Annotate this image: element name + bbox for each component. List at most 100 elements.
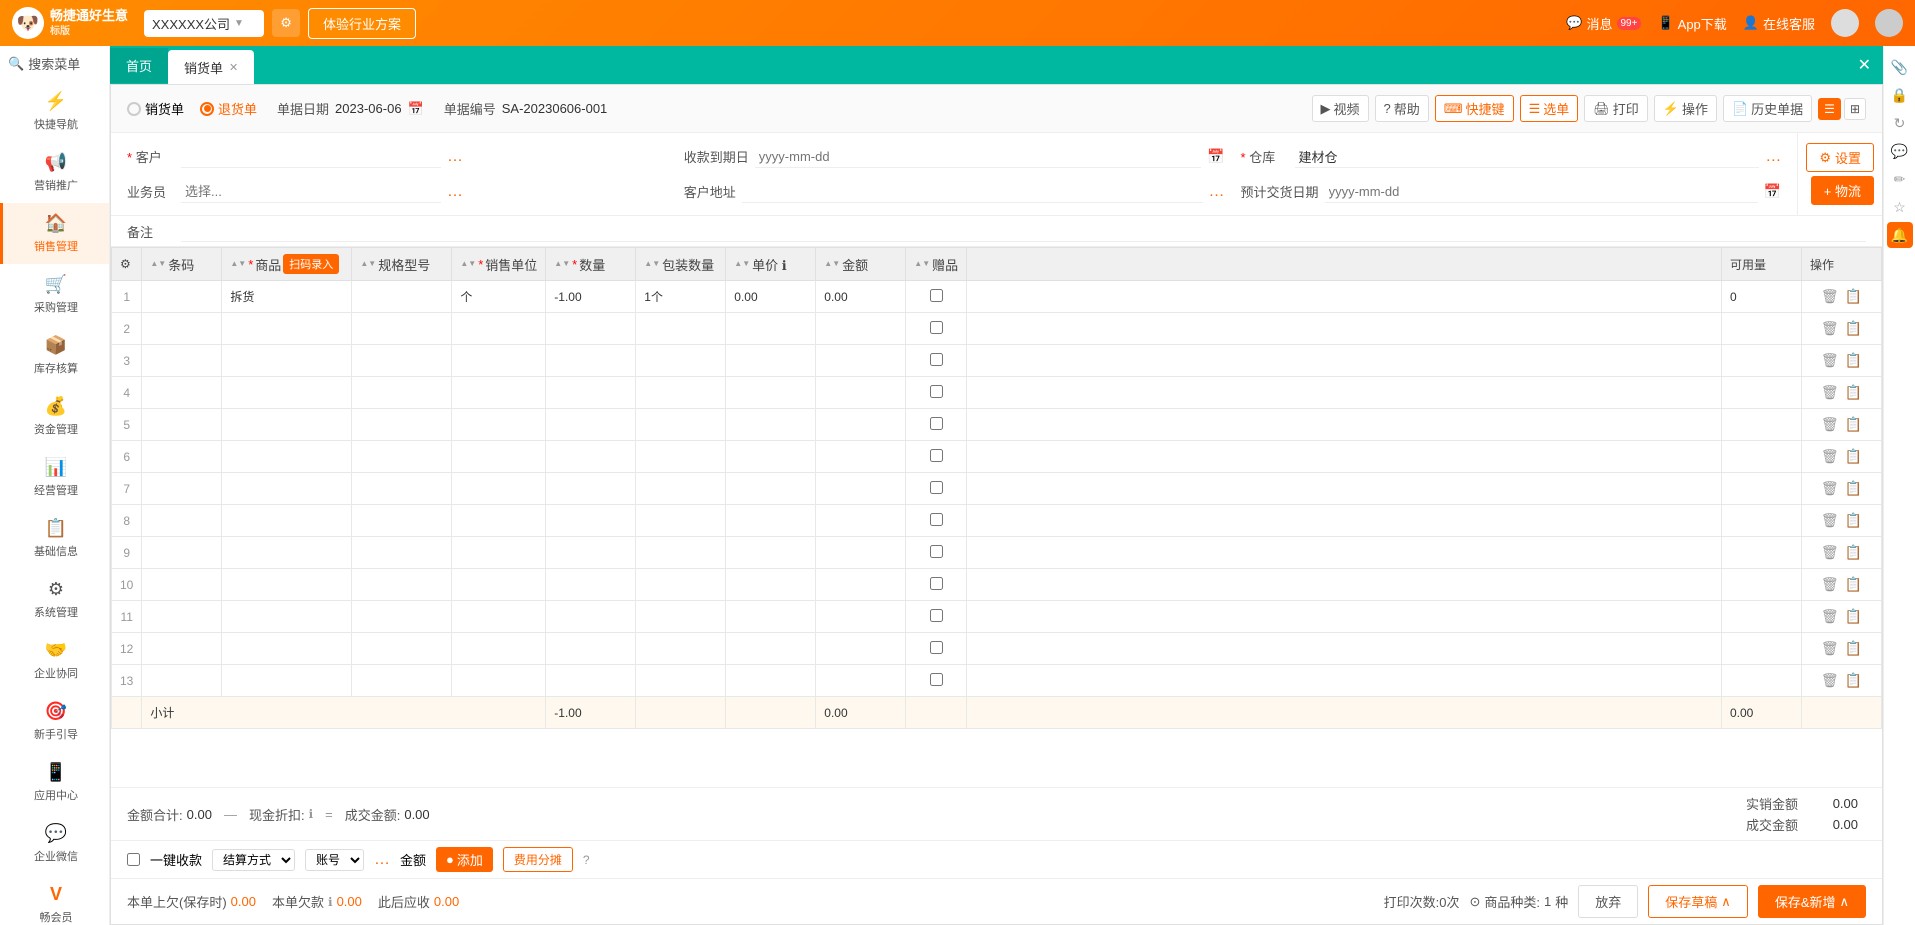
scan-button[interactable]: 扫码录入 bbox=[283, 254, 339, 274]
delete-icon[interactable]: 🗑 bbox=[1821, 608, 1839, 625]
settings-button[interactable]: ⚙ 设置 bbox=[1806, 143, 1874, 172]
sidebar-item-enterprise[interactable]: 🤝 企业协同 bbox=[0, 630, 109, 691]
row-unit-price[interactable]: 0.00 bbox=[726, 281, 816, 313]
copy-icon[interactable]: 📋 bbox=[1845, 384, 1862, 401]
expected-date-calendar-icon[interactable]: 📅 bbox=[1764, 183, 1781, 200]
row-unit[interactable]: 个 bbox=[452, 281, 546, 313]
salesman-input[interactable] bbox=[181, 181, 441, 203]
copy-icon[interactable]: 📋 bbox=[1845, 480, 1862, 497]
deficit-help-icon[interactable]: ℹ bbox=[328, 895, 333, 909]
tab-sales-order[interactable]: 销货单 ✕ bbox=[168, 50, 254, 85]
close-all-tabs-button[interactable]: ✕ bbox=[1846, 55, 1883, 75]
sidebar-item-newbie[interactable]: 🎯 新手引导 bbox=[0, 691, 109, 752]
right-icon-edit[interactable]: ✏ bbox=[1887, 166, 1913, 192]
right-icon-star[interactable]: ☆ bbox=[1887, 194, 1913, 220]
action-btn[interactable]: ⚡ 操作 bbox=[1654, 95, 1717, 122]
delete-icon[interactable]: 🗑 bbox=[1821, 288, 1839, 305]
delete-icon[interactable]: 🗑 bbox=[1821, 544, 1839, 561]
one-click-payment-checkbox[interactable] bbox=[127, 853, 140, 866]
fee-help-icon[interactable]: ? bbox=[583, 853, 590, 867]
right-icon-comment[interactable]: 💬 bbox=[1887, 138, 1913, 164]
note-input[interactable] bbox=[181, 220, 1866, 242]
sidebar-item-appstore[interactable]: 📱 应用中心 bbox=[0, 752, 109, 813]
delete-icon[interactable]: 🗑 bbox=[1821, 672, 1839, 689]
warehouse-input[interactable] bbox=[1295, 146, 1760, 168]
row-product[interactable]: 拆货 bbox=[222, 281, 352, 313]
delete-icon[interactable]: 🗑 bbox=[1821, 448, 1839, 465]
sidebar-item-weixin[interactable]: 💬 企业微信 bbox=[0, 813, 109, 874]
sidebar-item-quick-nav[interactable]: ⚡ 快捷导航 bbox=[0, 81, 109, 142]
right-icon-refresh[interactable]: ↻ bbox=[1887, 110, 1913, 136]
history-btn[interactable]: 📄 历史单据 bbox=[1723, 95, 1812, 122]
copy-icon[interactable]: 📋 bbox=[1845, 608, 1862, 625]
th-settings[interactable]: ⚙ bbox=[112, 248, 142, 281]
sidebar-item-system[interactable]: ⚙ 系统管理 bbox=[0, 569, 109, 630]
row-amount[interactable]: 0.00 bbox=[816, 281, 906, 313]
copy-icon[interactable]: 📋 bbox=[1845, 544, 1862, 561]
account-select[interactable]: 账号 bbox=[305, 849, 364, 871]
calc-method-select[interactable]: 结算方式 bbox=[212, 849, 295, 871]
sidebar-item-inventory[interactable]: 📦 库存核算 bbox=[0, 325, 109, 386]
print-btn[interactable]: 🖨 打印 bbox=[1584, 95, 1648, 122]
delete-icon[interactable]: 🗑 bbox=[1821, 512, 1839, 529]
video-btn[interactable]: ▶ 视频 bbox=[1312, 95, 1369, 122]
right-icon-notification[interactable]: 🔔 bbox=[1887, 222, 1913, 248]
copy-icon[interactable]: 📋 bbox=[1845, 416, 1862, 433]
tab-close-icon[interactable]: ✕ bbox=[229, 61, 238, 74]
sidebar-item-vip[interactable]: V 畅会员 bbox=[0, 874, 109, 925]
help-btn[interactable]: ? 帮助 bbox=[1375, 95, 1429, 122]
copy-icon[interactable]: 📋 bbox=[1845, 640, 1862, 657]
delete-icon[interactable]: 🗑 bbox=[1821, 640, 1839, 657]
sidebar-item-basic[interactable]: 📋 基础信息 bbox=[0, 508, 109, 569]
expected-date-input[interactable] bbox=[1325, 181, 1758, 203]
row-gift-checkbox[interactable] bbox=[930, 289, 943, 302]
topbar-gear-button[interactable]: ⚙ bbox=[272, 9, 300, 37]
experience-button[interactable]: 体验行业方案 bbox=[308, 8, 416, 39]
row-barcode[interactable] bbox=[142, 281, 222, 313]
right-icon-lock[interactable]: 🔒 bbox=[1887, 82, 1913, 108]
copy-icon[interactable]: 📋 bbox=[1845, 512, 1862, 529]
row-gift-cell[interactable] bbox=[906, 281, 967, 313]
save-draft-button[interactable]: 保存草稿 ∧ bbox=[1648, 885, 1748, 918]
payment-due-input[interactable] bbox=[755, 146, 1201, 168]
copy-icon[interactable]: 📋 bbox=[1845, 320, 1862, 337]
copy-icon[interactable]: 📋 bbox=[1845, 576, 1862, 593]
customer-input[interactable] bbox=[181, 146, 441, 168]
sidebar-item-marketing[interactable]: 📢 营销推广 bbox=[0, 142, 109, 203]
right-icon-attach[interactable]: 📎 bbox=[1887, 54, 1913, 80]
sidebar-item-purchase[interactable]: 🛒 采购管理 bbox=[0, 264, 109, 325]
sidebar-item-capital[interactable]: 💰 资金管理 bbox=[0, 386, 109, 447]
radio-return[interactable]: 退货单 bbox=[200, 99, 257, 118]
discard-button[interactable]: 放弃 bbox=[1578, 885, 1638, 918]
account-dots-btn[interactable]: … bbox=[374, 852, 390, 868]
payment-due-calendar-icon[interactable]: 📅 bbox=[1207, 148, 1224, 165]
view-grid-btn[interactable]: ⊞ bbox=[1844, 98, 1866, 120]
shortcut-btn[interactable]: ⌨ 快捷键 bbox=[1435, 95, 1514, 122]
delete-icon[interactable]: 🗑 bbox=[1821, 480, 1839, 497]
row-remark[interactable] bbox=[967, 281, 1722, 313]
avatar2[interactable] bbox=[1875, 9, 1903, 37]
fee-split-button[interactable]: 费用分摊 bbox=[503, 847, 573, 872]
copy-icon[interactable]: 📋 bbox=[1845, 672, 1862, 689]
customer-addr-dots-btn[interactable]: … bbox=[1209, 184, 1225, 200]
date-calendar-icon[interactable]: 📅 bbox=[408, 101, 424, 117]
copy-icon[interactable]: 📋 bbox=[1845, 448, 1862, 465]
discount-help-icon[interactable]: ℹ bbox=[309, 807, 314, 821]
sidebar-search[interactable]: 🔍 搜索菜单 bbox=[0, 46, 109, 81]
salesman-dots-btn[interactable]: … bbox=[447, 184, 463, 200]
delete-icon[interactable]: 🗑 bbox=[1821, 416, 1839, 433]
row-pkg-qty[interactable]: 1个 bbox=[636, 281, 726, 313]
company-selector[interactable]: XXXXXX公司 ▼ bbox=[144, 10, 264, 37]
sidebar-item-operation[interactable]: 📊 经营管理 bbox=[0, 447, 109, 508]
copy-icon[interactable]: 📋 bbox=[1845, 288, 1862, 305]
customer-addr-input[interactable] bbox=[742, 181, 1203, 203]
delete-icon[interactable]: 🗑 bbox=[1821, 576, 1839, 593]
delete-icon[interactable]: 🗑 bbox=[1821, 320, 1839, 337]
delete-icon[interactable]: 🗑 bbox=[1821, 352, 1839, 369]
copy-icon[interactable]: 📋 bbox=[1845, 352, 1862, 369]
row-qty[interactable]: -1.00 bbox=[546, 281, 636, 313]
row-spec[interactable] bbox=[352, 281, 452, 313]
online-service-button[interactable]: 👤 在线客服 bbox=[1743, 14, 1815, 33]
tab-home[interactable]: 首页 bbox=[110, 48, 168, 83]
delete-icon[interactable]: 🗑 bbox=[1821, 384, 1839, 401]
